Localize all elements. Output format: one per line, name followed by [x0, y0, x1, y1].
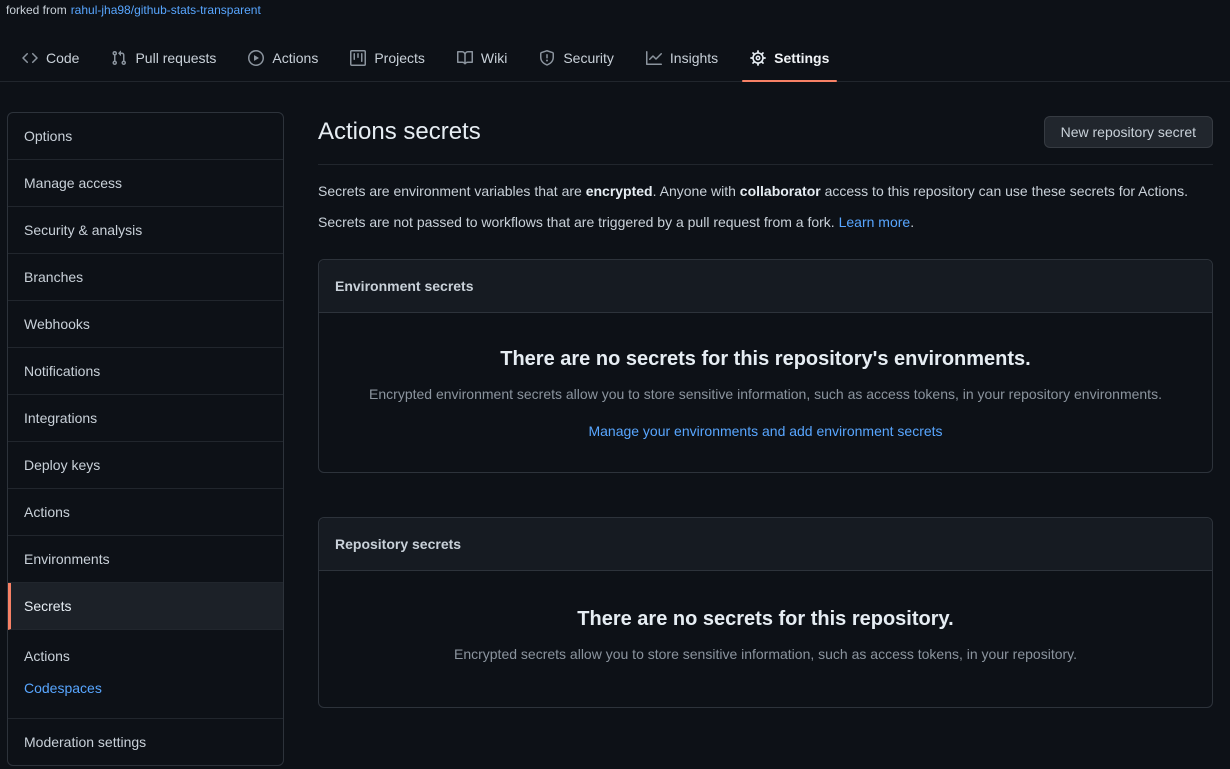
new-repository-secret-button[interactable]: New repository secret	[1043, 116, 1213, 148]
tab-settings[interactable]: Settings	[734, 34, 845, 82]
learn-more-link[interactable]: Learn more	[839, 214, 911, 230]
code-icon	[22, 50, 38, 66]
tab-wiki[interactable]: Wiki	[441, 34, 523, 81]
env-empty-description: Encrypted environment secrets allow you …	[369, 386, 1162, 402]
tab-actions[interactable]: Actions	[232, 34, 334, 81]
sidebar-item-security-analysis[interactable]: Security & analysis	[8, 207, 283, 254]
environment-secrets-blankslate: There are no secrets for this repository…	[319, 313, 1212, 472]
tab-insights[interactable]: Insights	[630, 34, 734, 81]
gear-icon	[750, 49, 767, 66]
repo-nav: Code Pull requests Actions Projects Wiki…	[0, 34, 1230, 82]
sidebar-item-secrets[interactable]: Secrets	[8, 583, 283, 630]
tab-pull-requests[interactable]: Pull requests	[95, 34, 232, 81]
fork-banner: forked from rahul-jha98/github-stats-tran…	[0, 0, 1230, 17]
play-icon	[248, 49, 265, 66]
sidebar-item-environments[interactable]: Environments	[8, 536, 283, 583]
sidebar-item-moderation-settings[interactable]: Moderation settings	[8, 719, 283, 765]
tab-label: Insights	[669, 49, 719, 66]
book-icon	[456, 50, 473, 66]
sidebar-item-notifications[interactable]: Notifications	[8, 348, 283, 395]
tab-label: Code	[46, 49, 80, 66]
shield-icon	[539, 49, 555, 66]
main-content: Actions secrets New repository secret Se…	[318, 112, 1213, 708]
intro-line-1: Secrets are environment variables that a…	[318, 183, 1188, 199]
repository-secrets-box: Repository secrets There are no secrets …	[318, 517, 1213, 708]
repository-secrets-blankslate: There are no secrets for this repository…	[319, 571, 1212, 707]
intro-line-2: Secrets are not passed to workflows that…	[318, 214, 915, 230]
env-empty-title: There are no secrets for this repository…	[500, 348, 1031, 370]
repo-empty-description: Encrypted secrets allow you to store sen…	[453, 646, 1078, 662]
secrets-subnav: Actions Codespaces	[8, 630, 283, 719]
sidebar-item-options[interactable]: Options	[8, 113, 283, 160]
tab-label: Wiki	[480, 49, 508, 66]
settings-sidebar: Options Manage access Security & analysi…	[7, 112, 284, 766]
sidebar-item-manage-access[interactable]: Manage access	[8, 160, 283, 207]
environment-secrets-box: Environment secrets There are no secrets…	[318, 259, 1213, 473]
header-divider	[318, 164, 1213, 165]
pull-request-icon	[111, 50, 127, 66]
tab-code[interactable]: Code	[6, 34, 95, 81]
secrets-intro: Secrets are environment variables that a…	[318, 181, 1213, 233]
repository-secrets-header: Repository secrets	[319, 518, 1212, 571]
sidebar-subitem-codespaces[interactable]: Codespaces	[24, 678, 267, 698]
sidebar-item-actions[interactable]: Actions	[8, 489, 283, 536]
sidebar-subitem-actions[interactable]: Actions	[24, 646, 267, 666]
project-icon	[350, 49, 367, 66]
tab-security[interactable]: Security	[523, 34, 630, 81]
sidebar-item-deploy-keys[interactable]: Deploy keys	[8, 442, 283, 489]
fork-banner-text: forked from	[6, 3, 67, 17]
repo-empty-title: There are no secrets for this repository…	[577, 608, 954, 630]
manage-environments-link[interactable]: Manage your environments and add environ…	[588, 421, 942, 442]
fork-source-link[interactable]: rahul-jha98/github-stats-transparent	[71, 3, 261, 17]
tab-label: Settings	[774, 49, 830, 66]
tab-projects[interactable]: Projects	[334, 34, 441, 81]
environment-secrets-header: Environment secrets	[319, 260, 1212, 313]
sidebar-item-webhooks[interactable]: Webhooks	[8, 301, 283, 348]
tab-label: Security	[563, 49, 614, 66]
page-title: Actions secrets	[318, 118, 481, 145]
tab-label: Pull requests	[135, 49, 217, 66]
sidebar-item-branches[interactable]: Branches	[8, 254, 283, 301]
sidebar-item-integrations[interactable]: Integrations	[8, 395, 283, 442]
tab-label: Projects	[374, 49, 425, 66]
graph-icon	[645, 50, 662, 66]
tab-label: Actions	[272, 49, 319, 66]
